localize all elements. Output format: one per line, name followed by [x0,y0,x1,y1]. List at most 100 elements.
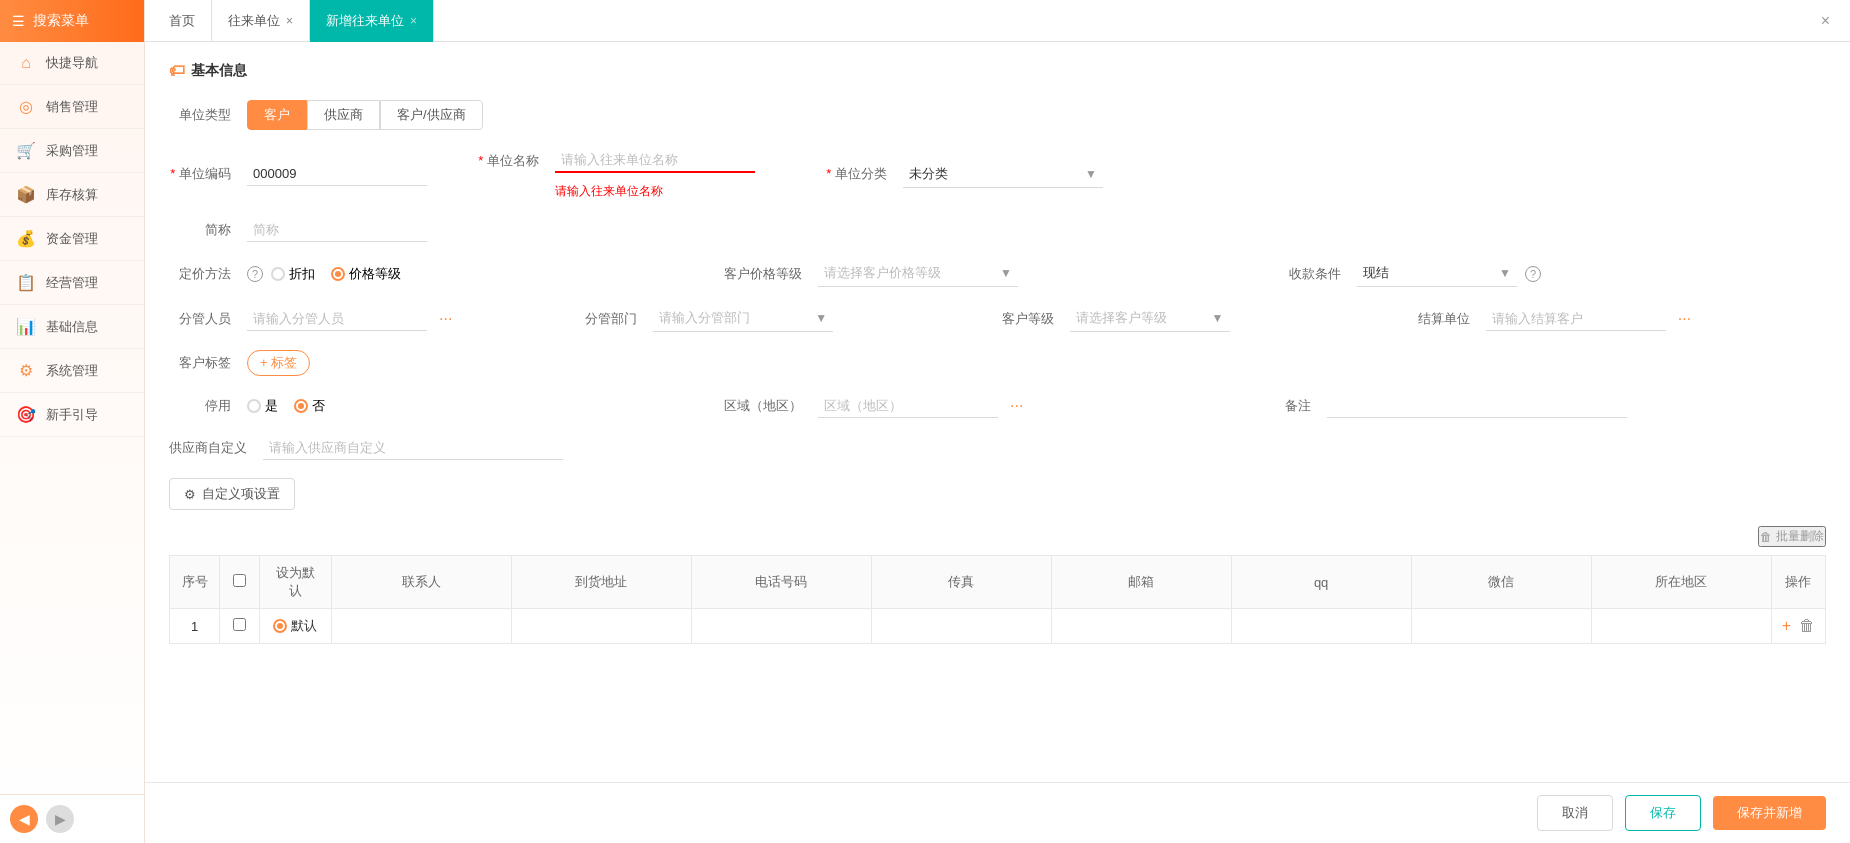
settlement-more-button[interactable]: ··· [1674,310,1695,328]
unit-info-row: 单位编码 单位名称 请输入往来单位名称 单位分类 未分类 ▼ [169,148,1826,200]
sidebar-item-purchase[interactable]: 🛒 采购管理 [0,129,144,173]
default-radio-item[interactable]: 默认 [270,617,321,635]
sidebar-bottom: ◀ ▶ [0,794,144,843]
settlement-input[interactable] [1486,307,1666,331]
unit-code-group: 单位编码 [169,162,469,186]
custom-settings-button[interactable]: ⚙ 自定义项设置 [169,478,295,510]
sidebar-item-system[interactable]: ⚙ 系统管理 [0,349,144,393]
add-tag-button[interactable]: + 标签 [247,350,310,376]
cell-email[interactable] [1051,609,1231,644]
sidebar-item-operations[interactable]: 📋 经营管理 [0,261,144,305]
region-group: 区域（地区） ··· [724,394,1271,418]
select-all-checkbox[interactable] [233,574,246,587]
wechat-input[interactable] [1422,619,1581,634]
customer-level-select[interactable]: 请选择客户等级 ▼ [1070,305,1230,332]
cell-address[interactable] [511,609,691,644]
qq-input[interactable] [1242,619,1401,634]
tab-home[interactable]: 首页 [153,0,212,42]
cell-region[interactable] [1591,609,1771,644]
search-icon: ☰ [12,13,25,29]
col-fax: 传真 [871,556,1051,609]
region-input[interactable] [818,394,998,418]
disabled-yes-option[interactable]: 是 [247,397,278,415]
manager-more-button[interactable]: ··· [435,310,456,328]
unit-type-supplier-button[interactable]: 供应商 [307,100,380,130]
chevron-down-icon: ▼ [1212,311,1224,325]
sidebar-item-finance[interactable]: 💰 资金管理 [0,217,144,261]
cell-wechat[interactable] [1411,609,1591,644]
pricing-radio-group: 折扣 价格等级 [271,265,401,283]
remark-input[interactable] [1327,394,1627,418]
save-button[interactable]: 保存 [1625,795,1701,831]
email-input[interactable] [1062,619,1221,634]
unit-type-customer-button[interactable]: 客户 [247,100,307,130]
sidebar-item-new-guide[interactable]: 🎯 新手引导 [0,393,144,437]
manager-input[interactable] [247,307,427,331]
supplier-custom-input[interactable] [263,436,563,460]
contact-input[interactable] [342,619,501,634]
row-region-input[interactable] [1602,619,1761,634]
unit-category-value: 未分类 [909,165,948,183]
cell-contact[interactable] [331,609,511,644]
sidebar-collapse-button[interactable]: ◀ [10,805,38,833]
col-qq: qq [1231,556,1411,609]
gear-icon: ⚙ [184,487,196,502]
add-row-button[interactable]: + [1782,617,1791,635]
delete-row-button[interactable]: 🗑 [1799,617,1815,635]
unit-code-input[interactable] [247,162,427,186]
sidebar-item-basic-info[interactable]: 📊 基础信息 [0,305,144,349]
sidebar-item-sales[interactable]: ◎ 销售管理 [0,85,144,129]
pricing-row: 定价方法 ? 折扣 价格等级 客户价格等级 请选择客户价格等级 [169,260,1826,287]
unit-type-both-button[interactable]: 客户/供应商 [380,100,483,130]
phone-input[interactable] [702,619,861,634]
default-radio [273,619,287,633]
pricing-level-option[interactable]: 价格等级 [331,265,401,283]
unit-name-input[interactable] [555,148,755,173]
tab-partner-list-close[interactable]: × [286,14,293,28]
col-address: 到货地址 [511,556,691,609]
pricing-discount-option[interactable]: 折扣 [271,265,315,283]
settlement-label: 结算单位 [1418,310,1478,328]
tab-new-partner-close[interactable]: × [410,14,417,28]
sidebar: ☰ 搜索菜单 ⌂ 快捷导航 ◎ 销售管理 🛒 采购管理 📦 库存核算 💰 资金管… [0,0,145,843]
disabled-yes-label: 是 [265,397,278,415]
customer-price-select[interactable]: 请选择客户价格等级 ▼ [818,260,1018,287]
unit-category-select[interactable]: 未分类 ▼ [903,161,1103,188]
chevron-down-icon: ▼ [1000,266,1012,280]
cell-qq[interactable] [1231,609,1411,644]
save-and-new-button[interactable]: 保存并新增 [1713,796,1826,830]
remark-label: 备注 [1279,397,1319,415]
cancel-button[interactable]: 取消 [1537,795,1613,831]
close-all-tabs[interactable]: × [1809,12,1842,30]
tab-partner-list-label: 往来单位 [228,12,280,30]
disabled-no-option[interactable]: 否 [294,397,325,415]
tab-new-partner[interactable]: 新增往来单位 × [310,0,434,42]
short-name-input[interactable] [247,218,427,242]
department-select[interactable]: 请输入分管部门 ▼ [653,305,833,332]
sidebar-item-label: 采购管理 [46,142,98,160]
tab-partner-list[interactable]: 往来单位 × [212,0,310,42]
table-header-row: 序号 设为默认 联系人 到货地址 电话号码 传真 邮箱 qq 微信 所在地区 [170,556,1826,609]
fax-input[interactable] [882,619,1041,634]
cell-fax[interactable] [871,609,1051,644]
unit-category-label: 单位分类 [825,165,895,183]
sidebar-item-inventory[interactable]: 📦 库存核算 [0,173,144,217]
section-title-text: 基本信息 [191,62,247,80]
batch-delete-button[interactable]: 🗑 批量删除 [1758,526,1826,547]
sidebar-search[interactable]: ☰ 搜索菜单 [0,0,144,42]
payment-help-icon[interactable]: ? [1525,266,1541,282]
row-checkbox[interactable] [233,618,246,631]
payment-terms-select[interactable]: 现结 ▼ [1357,260,1517,287]
cell-phone[interactable] [691,609,871,644]
pricing-help-icon[interactable]: ? [247,266,263,282]
sidebar-item-label: 资金管理 [46,230,98,248]
disabled-row: 停用 是 否 区域（地区） ··· [169,394,1826,418]
table-section: 🗑 批量删除 序号 设为默认 联系人 到货地址 电话号码 传真 [169,526,1826,644]
col-phone: 电话号码 [691,556,871,609]
address-input[interactable] [522,619,681,634]
customer-level-placeholder: 请选择客户等级 [1076,309,1167,327]
region-more-button[interactable]: ··· [1006,397,1027,415]
sidebar-expand-button[interactable]: ▶ [46,805,74,833]
customer-level-label: 客户等级 [1002,310,1062,328]
sidebar-item-quick-nav[interactable]: ⌂ 快捷导航 [0,42,144,85]
